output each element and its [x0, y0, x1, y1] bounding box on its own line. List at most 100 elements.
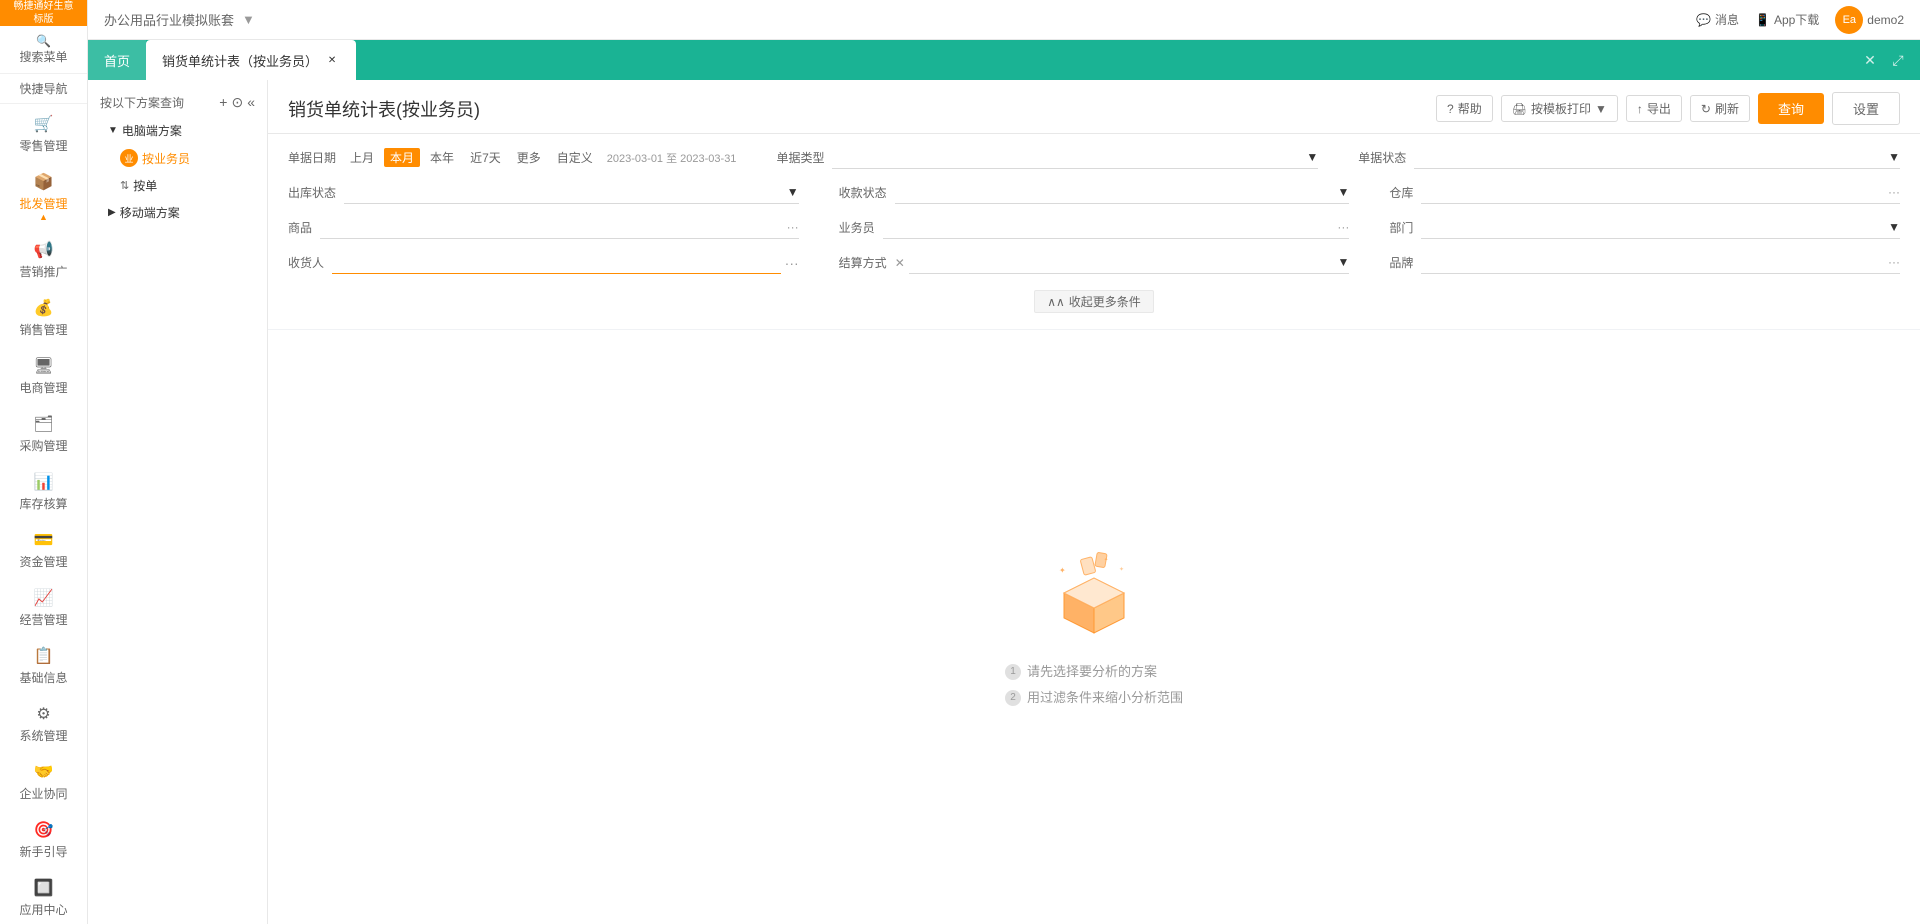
filter-goods: 商品 ···: [288, 216, 799, 239]
sidebar-item-retail[interactable]: 🛒 零售管理: [0, 104, 87, 162]
goods-select[interactable]: ···: [320, 216, 799, 239]
setting-label: 设置: [1853, 102, 1879, 117]
query-button[interactable]: 查询: [1758, 93, 1824, 124]
user-avatar: Ea: [1835, 6, 1863, 34]
payment-method-select[interactable]: ▼: [909, 251, 1350, 274]
sidebar-search[interactable]: 🔍 搜索菜单: [0, 26, 87, 74]
user-menu[interactable]: Ea demo2: [1835, 6, 1904, 34]
help-icon: ?: [1447, 102, 1454, 116]
help-button[interactable]: ? 帮助: [1436, 95, 1493, 122]
sort-icon: ⇅: [120, 179, 129, 192]
sidebar-item-operation[interactable]: 📈 经营管理: [0, 578, 87, 636]
tab-home[interactable]: 首页: [88, 40, 146, 80]
tree-by-order[interactable]: ⇅ 按单: [88, 172, 267, 199]
pay-status-select[interactable]: ▼: [895, 181, 1350, 204]
ecom-icon: 🖥: [33, 356, 53, 376]
date-tab-custom[interactable]: 自定义: [551, 148, 599, 167]
collapse-button[interactable]: ∧∧ 收起更多条件: [1034, 290, 1154, 313]
doc-status-chevron: ▼: [1888, 150, 1900, 164]
sidebar-item-system[interactable]: ⚙ 系统管理: [0, 694, 87, 752]
refresh-button[interactable]: ↻ 刷新: [1690, 95, 1750, 122]
warehouse-select[interactable]: ···: [1421, 181, 1900, 204]
out-status-select[interactable]: ▼: [344, 181, 799, 204]
date-tab-more[interactable]: 更多: [511, 148, 547, 167]
filter-area: 单据日期 上月 本月 本年 近7天 更多 自定义 2023-03-01 至 20…: [268, 134, 1920, 329]
dept-select[interactable]: ▼: [1421, 216, 1900, 239]
sidebar-item-apps[interactable]: 🔲 应用中心: [0, 868, 87, 924]
doc-type-label: 单据类型: [776, 149, 824, 166]
export-icon: ↑: [1637, 102, 1643, 116]
left-panel-title: 按以下方案查询: [100, 94, 184, 111]
tab-close-icon[interactable]: ✕: [324, 52, 340, 68]
filter-salesman: 业务员 ···: [839, 216, 1350, 239]
finance-label: 资金管理: [19, 553, 67, 570]
svg-text:✦: ✦: [1119, 566, 1124, 573]
retail-label: 零售管理: [19, 137, 67, 154]
sidebar-item-corp[interactable]: 🤝 企业协同: [0, 752, 87, 810]
collapse-icon: ∧∧: [1047, 295, 1065, 309]
edit-scheme-button[interactable]: ⊙: [231, 94, 243, 111]
sidebar-item-newbie[interactable]: 🎯 新手引导: [0, 810, 87, 868]
message-button[interactable]: 💬 消息: [1696, 11, 1739, 28]
chevron-icon: ▲: [39, 212, 48, 222]
doc-type-select[interactable]: ▼: [832, 146, 1318, 169]
doc-status-select[interactable]: ▼: [1414, 146, 1900, 169]
salesman-select[interactable]: ···: [883, 216, 1350, 239]
filter-dept: 部门 ▼: [1389, 216, 1900, 239]
salesman-dots: ···: [1337, 220, 1349, 234]
date-tab-7days[interactable]: 近7天: [464, 148, 507, 167]
close-window-button[interactable]: ✕: [1860, 50, 1880, 70]
date-tab-this-year[interactable]: 本年: [424, 148, 460, 167]
sidebar-quick-nav[interactable]: 快捷导航: [0, 74, 87, 104]
operation-label: 经营管理: [19, 611, 67, 628]
search-icon: 🔍: [0, 34, 87, 48]
hint-text-2: 用过滤条件来缩小分析范围: [1027, 685, 1183, 711]
date-tab-last-month[interactable]: 上月: [344, 148, 380, 167]
window-controls: ✕ ⤢: [1860, 50, 1920, 70]
filter-receiver: 收货人 ···: [288, 251, 799, 274]
sidebar-item-purchase[interactable]: 🗂 采购管理: [0, 404, 87, 462]
sidebar-item-ecom[interactable]: 🖥 电商管理: [0, 346, 87, 404]
svg-text:✦: ✦: [1059, 566, 1066, 575]
sidebar-item-sales[interactable]: 💰 销售管理: [0, 288, 87, 346]
export-button[interactable]: ↑ 导出: [1626, 95, 1682, 122]
collapse-panel-button[interactable]: «: [247, 94, 255, 111]
empty-state: ✦ ✦ ✦ 1 请先选择要分析的方案 2 用过滤条件来缩小分析范围: [268, 330, 1920, 924]
refresh-label: 刷新: [1715, 100, 1739, 117]
basic-icon: 📋: [34, 646, 54, 666]
sidebar-item-wholesale[interactable]: 📦 批发管理 ▲: [0, 162, 87, 230]
tree-by-salesman[interactable]: 业 按业务员: [88, 144, 267, 172]
template-print-button[interactable]: 🖨 按模板打印 ▼: [1501, 95, 1618, 122]
tab-sales-stat[interactable]: 销货单统计表（按业务员） ✕: [146, 40, 356, 80]
content-area: 按以下方案查询 + ⊙ « ▼ 电脑端方案 业 按业务员 ⇅ 按单: [88, 80, 1920, 924]
system-icon: ⚙: [36, 704, 50, 724]
sidebar-item-basic[interactable]: 📋 基础信息: [0, 636, 87, 694]
receiver-input[interactable]: [332, 251, 781, 274]
collapse-row: ∧∧ 收起更多条件: [288, 286, 1900, 317]
setting-button[interactable]: 设置: [1832, 92, 1900, 125]
logo: 畅捷通好生意 标版: [0, 0, 88, 26]
brand-dots: ···: [1888, 255, 1900, 269]
header-actions: 💬 消息 📱 App下载 Ea demo2: [1696, 6, 1904, 34]
brand-select[interactable]: ···: [1421, 251, 1900, 274]
date-tab-this-month[interactable]: 本月: [384, 148, 420, 167]
sidebar-item-inventory[interactable]: 📊 库存核算: [0, 462, 87, 520]
sidebar-item-finance[interactable]: 💳 资金管理: [0, 520, 87, 578]
sidebar-item-marketing[interactable]: 📢 营销推广: [0, 230, 87, 288]
tree-mobile-scheme[interactable]: ▶ 移动端方案: [88, 199, 267, 226]
dept-label: 部门: [1389, 219, 1413, 236]
search-label: 搜索菜单: [19, 50, 67, 64]
app-download-button[interactable]: 📱 App下载: [1755, 11, 1819, 28]
tree-pc-scheme[interactable]: ▼ 电脑端方案: [88, 117, 267, 144]
wholesale-label: 批发管理: [19, 195, 67, 212]
print-icon: 🖨: [1512, 102, 1527, 116]
breadcrumb: 办公用品行业模拟账套 ▼: [104, 10, 255, 29]
dept-chevron: ▼: [1888, 220, 1900, 234]
add-scheme-button[interactable]: +: [219, 94, 227, 111]
receiver-dots[interactable]: ···: [785, 255, 799, 271]
collapse-label: 收起更多条件: [1069, 293, 1141, 310]
doc-type-chevron: ▼: [1306, 150, 1318, 164]
empty-hint: 1 请先选择要分析的方案 2 用过滤条件来缩小分析范围: [1005, 659, 1183, 711]
payment-method-clear[interactable]: ✕: [895, 256, 905, 270]
maximize-window-button[interactable]: ⤢: [1888, 50, 1908, 70]
